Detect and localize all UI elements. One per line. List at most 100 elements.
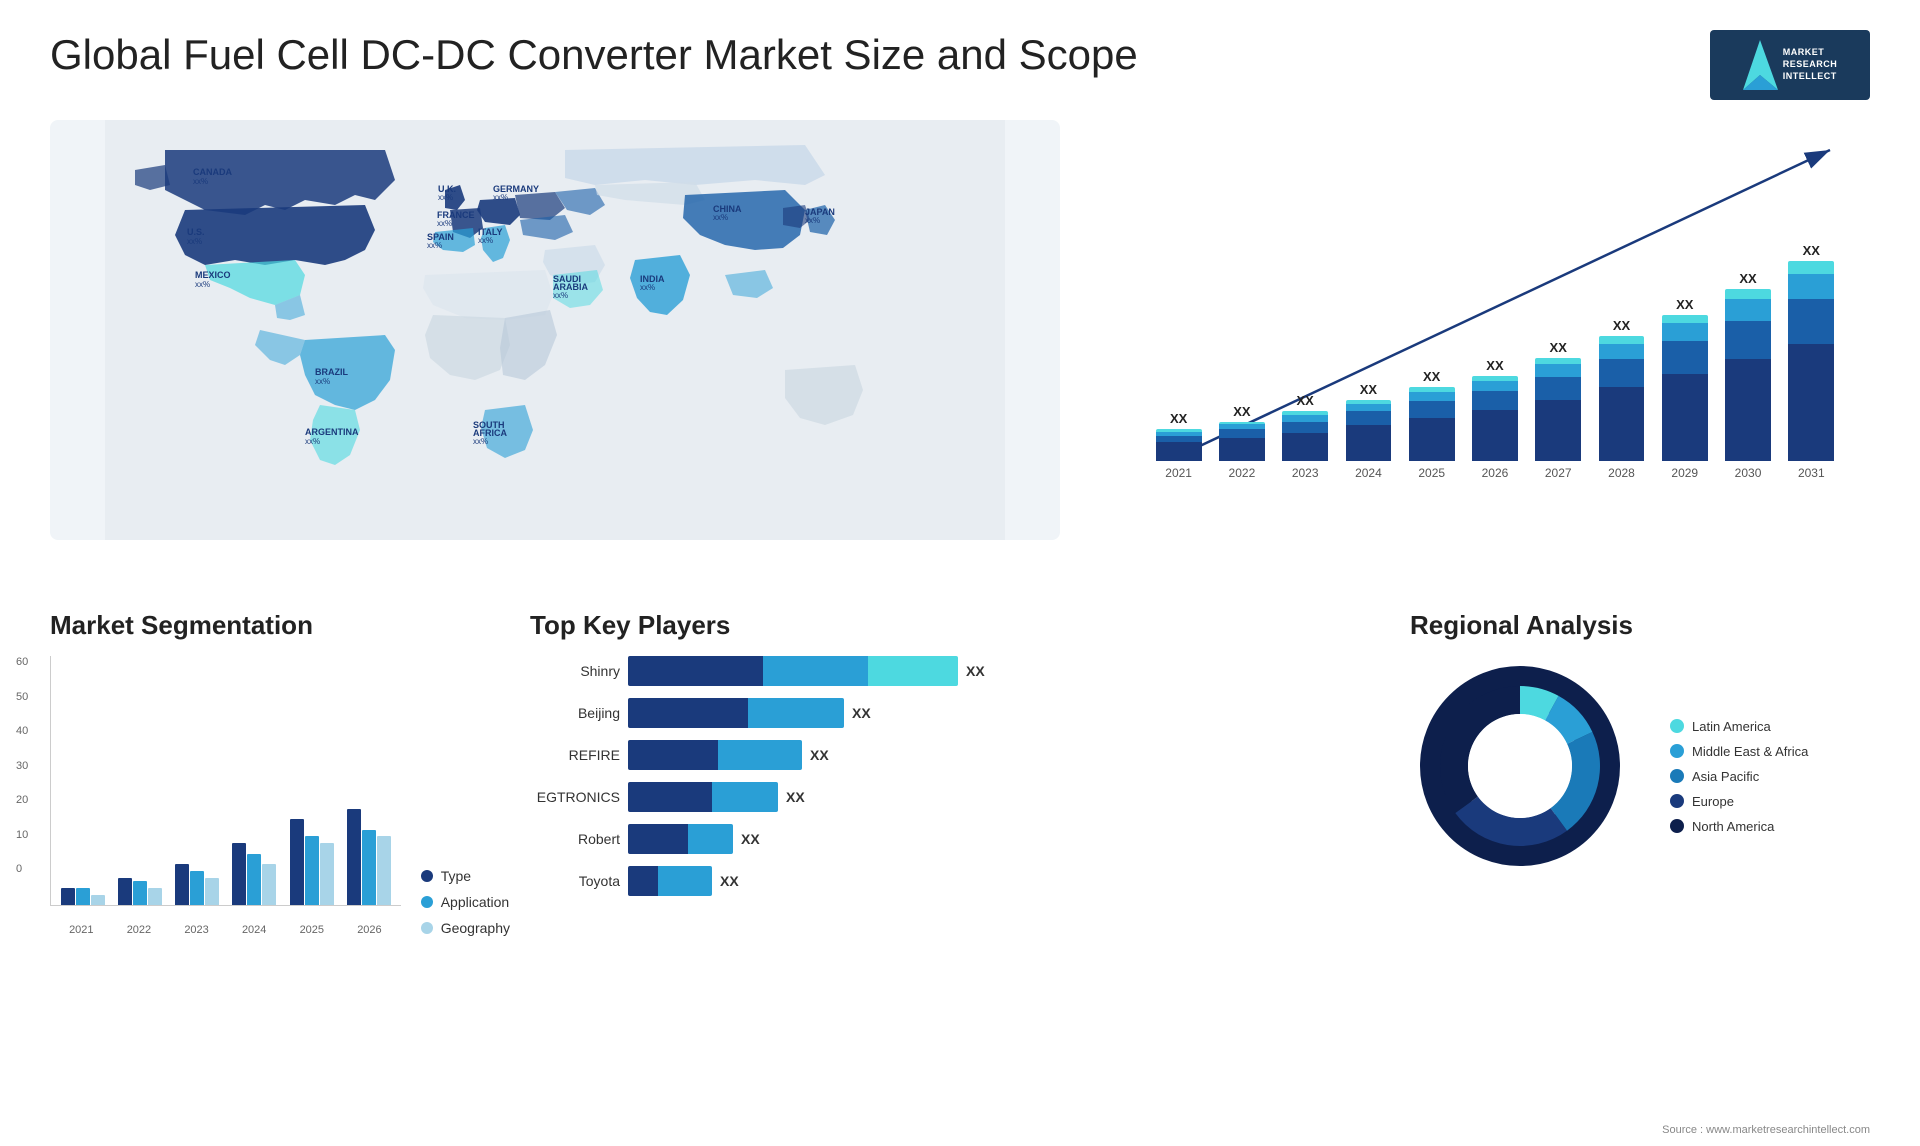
legend-dot-geography (421, 922, 433, 934)
bar-group-2031: XX2031 (1783, 243, 1840, 480)
bar-group-2022: XX2022 (1213, 404, 1270, 480)
player-value: XX (966, 663, 985, 679)
bar-chart-inner: XX2021XX2022XX2023XX2024XX2025XX2026XX20… (1140, 140, 1850, 480)
dot-middle-east-africa (1670, 744, 1684, 758)
logo-text-line3: INTELLECT (1783, 71, 1838, 83)
label-north-america: North America (1692, 819, 1774, 834)
player-row: ToyotaXX (530, 866, 1390, 896)
logo-area: MARKET RESEARCH INTELLECT (1710, 30, 1870, 100)
bar-stack (1599, 336, 1645, 461)
bottom-section: Market Segmentation 60 50 40 30 20 10 0 (50, 610, 1870, 990)
player-bar (628, 656, 958, 686)
bar-stack (1725, 289, 1771, 461)
player-name: Shinry (530, 663, 620, 679)
label-middle-east-africa: Middle East & Africa (1692, 744, 1808, 759)
label-asia-pacific: Asia Pacific (1692, 769, 1759, 784)
bar-value-label: XX (1486, 358, 1503, 373)
svg-text:xx%: xx% (805, 216, 820, 225)
bar-value-label: XX (1423, 369, 1440, 384)
bar-group-2024: XX2024 (1340, 382, 1397, 480)
seg-bar-group (113, 878, 166, 905)
legend-asia-pacific: Asia Pacific (1670, 769, 1808, 784)
svg-text:xx%: xx% (478, 236, 493, 245)
regional-legend: Latin America Middle East & Africa Asia … (1670, 719, 1808, 834)
seg-bar-group (228, 843, 281, 905)
bar-group-2028: XX2028 (1593, 318, 1650, 480)
bar-group-2026: XX2026 (1466, 358, 1523, 480)
bar-group-2021: XX 2021 (1150, 411, 1207, 480)
player-value: XX (810, 747, 829, 763)
bar-value-label: XX (1550, 340, 1567, 355)
source-text: Source : www.marketresearchintellect.com (1662, 1124, 1870, 1136)
player-bar-container: XX (628, 782, 1390, 812)
header: Global Fuel Cell DC-DC Converter Market … (50, 30, 1870, 100)
dot-north-america (1670, 819, 1684, 833)
player-name: EGTRONICS (530, 789, 620, 805)
map-label-brazil: BRAZIL (315, 367, 348, 377)
seg-chart: 60 50 40 30 20 10 0 2021 2022 (50, 656, 510, 936)
key-players-title: Top Key Players (530, 610, 1390, 641)
bar-stack (1472, 376, 1518, 461)
svg-text:xx%: xx% (427, 241, 442, 250)
bar-group-2023: XX2023 (1277, 393, 1334, 480)
bar-year-label: 2031 (1798, 466, 1825, 480)
legend-type: Type (421, 868, 510, 884)
svg-text:xx%: xx% (473, 437, 488, 446)
legend-geography: Geography (421, 920, 510, 936)
bar-stack (1282, 411, 1328, 461)
svg-text:xx%: xx% (315, 377, 330, 386)
regional-section: Regional Analysis Latin Americ (1410, 610, 1870, 990)
donut-chart (1410, 656, 1650, 896)
bar-year-label: 2021 (1165, 466, 1192, 480)
player-bar-container: XX (628, 698, 1390, 728)
page-title: Global Fuel Cell DC-DC Converter Market … (50, 30, 1138, 80)
map-label-mexico: MEXICO (195, 270, 231, 280)
bar-year-label: 2029 (1671, 466, 1698, 480)
player-row: REFIRE XX (530, 740, 1390, 770)
bar-year-label: 2030 (1735, 466, 1762, 480)
player-name: REFIRE (530, 747, 620, 763)
map-label-argentina: ARGENTINA (305, 427, 359, 437)
legend-label-geography: Geography (441, 920, 510, 936)
donut-svg (1410, 656, 1630, 876)
players-list: ShinryXXBeijingXXREFIREXXEGTRONICSXXRobe… (530, 656, 1390, 896)
label-europe: Europe (1692, 794, 1734, 809)
svg-text:xx%: xx% (193, 177, 208, 186)
player-value: XX (786, 789, 805, 805)
legend-label-type: Type (441, 868, 471, 884)
bar-year-label: 2027 (1545, 466, 1572, 480)
seg-bar-group (285, 819, 338, 905)
dot-asia-pacific (1670, 769, 1684, 783)
seg-bars-container (56, 665, 396, 905)
map-label-canada: CANADA (193, 167, 232, 177)
dot-latin-america (1670, 719, 1684, 733)
svg-text:xx%: xx% (553, 291, 568, 300)
svg-text:xx%: xx% (437, 219, 452, 228)
bar-value-label: XX (1613, 318, 1630, 333)
segmentation-section: Market Segmentation 60 50 40 30 20 10 0 (50, 610, 510, 990)
bar-value-label: XX (1170, 411, 1187, 426)
chart-section: XX2021XX2022XX2023XX2024XX2025XX2026XX20… (1090, 120, 1870, 580)
legend-label-application: Application (441, 894, 510, 910)
player-bar (628, 740, 802, 770)
bar-value-label: XX (1296, 393, 1313, 408)
player-row: BeijingXX (530, 698, 1390, 728)
key-players-section: Top Key Players ShinryXXBeijingXXREFIREX… (530, 610, 1390, 990)
player-row: RobertXX (530, 824, 1390, 854)
player-bar (628, 782, 778, 812)
svg-text:xx%: xx% (195, 280, 210, 289)
bar-year-label: 2024 (1355, 466, 1382, 480)
regional-content: Latin America Middle East & Africa Asia … (1410, 656, 1870, 896)
bar-value-label: XX (1739, 271, 1756, 286)
logo-box: MARKET RESEARCH INTELLECT (1710, 30, 1870, 100)
bar-group-2025: XX 2025 (1403, 369, 1460, 480)
bar-stack (1662, 315, 1708, 461)
legend-dot-type (421, 870, 433, 882)
logo-text-line1: MARKET (1783, 47, 1838, 59)
player-bar-container: XX (628, 740, 1390, 770)
svg-text:xx%: xx% (713, 213, 728, 222)
svg-text:xx%: xx% (493, 193, 508, 202)
legend-europe: Europe (1670, 794, 1808, 809)
bar-year-label: 2025 (1418, 466, 1445, 480)
label-latin-america: Latin America (1692, 719, 1771, 734)
